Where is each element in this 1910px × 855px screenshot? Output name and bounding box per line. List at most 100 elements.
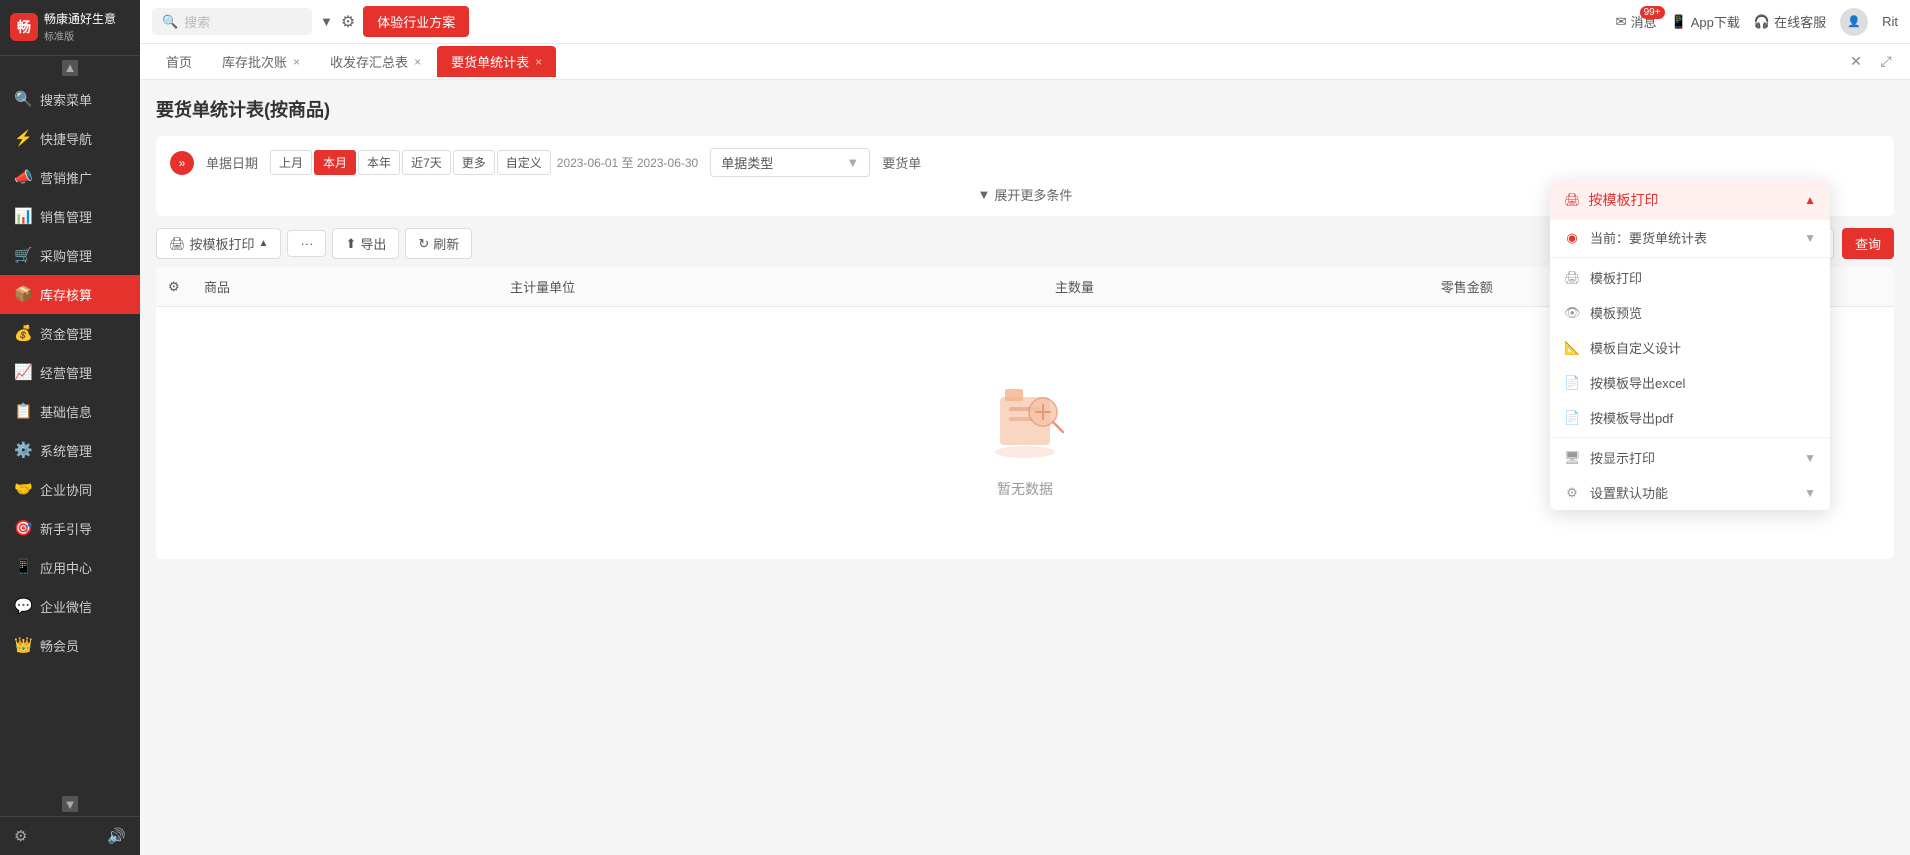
system-icon: ⚙️ bbox=[14, 441, 32, 459]
more-btn[interactable]: ··· bbox=[287, 230, 326, 257]
tab-close-all-btn[interactable]: ✕ bbox=[1844, 50, 1868, 74]
sidebar: 畅 畅康通好生意 标准版 ▲ 🔍 搜索菜单 ⚡ 快捷导航 📣 营销推广 📊 销售… bbox=[0, 0, 140, 855]
template-preview-item[interactable]: 👁 模板预览 bbox=[1550, 295, 1830, 330]
sidebar-item-member[interactable]: 👑 畅会员 bbox=[0, 626, 140, 665]
date-btn-7days[interactable]: 近7天 bbox=[402, 150, 451, 175]
app-center-icon: 📱 bbox=[14, 558, 32, 576]
empty-icon bbox=[975, 367, 1075, 467]
date-btn-cur-year[interactable]: 本年 bbox=[358, 150, 400, 175]
topbar-settings-btn[interactable]: ⚙ bbox=[341, 12, 355, 32]
date-btn-cur-month[interactable]: 本月 bbox=[314, 150, 356, 175]
logo-sub: 标准版 bbox=[44, 28, 116, 43]
username-label[interactable]: Rit bbox=[1882, 14, 1898, 29]
messages-btn[interactable]: ✉ 消息 99+ bbox=[1616, 12, 1657, 31]
print-btn[interactable]: 🖨 按模板打印 ▲ bbox=[156, 228, 281, 259]
sidebar-item-label: 营销推广 bbox=[40, 168, 92, 187]
print-dropdown-header[interactable]: 🖨 按模板打印 ▲ bbox=[1550, 180, 1830, 220]
col-settings[interactable]: ⚙ bbox=[156, 267, 192, 307]
doc-type-select[interactable]: 单据类型 ▼ bbox=[710, 148, 870, 177]
sidebar-item-label: 基础信息 bbox=[40, 402, 92, 421]
template-custom-item[interactable]: 📐 模板自定义设计 bbox=[1550, 330, 1830, 365]
trial-industry-btn[interactable]: 体验行业方案 bbox=[363, 6, 469, 37]
tab-order-stats-close[interactable]: × bbox=[535, 55, 542, 69]
template-preview-icon: 👁 bbox=[1564, 305, 1580, 321]
topbar-dropdown-btn[interactable]: ▼ bbox=[320, 14, 333, 29]
sidebar-item-system[interactable]: ⚙️ 系统管理 bbox=[0, 431, 140, 470]
sidebar-item-marketing[interactable]: 📣 营销推广 bbox=[0, 158, 140, 197]
template-print-item[interactable]: 🖨 模板打印 bbox=[1550, 260, 1830, 295]
marketing-icon: 📣 bbox=[14, 168, 32, 186]
export-excel-label: 按模板导出excel bbox=[1590, 373, 1685, 392]
date-btn-more[interactable]: 更多 bbox=[453, 150, 495, 175]
wechat-icon: 💬 bbox=[14, 597, 32, 615]
sidebar-item-quick-nav[interactable]: ⚡ 快捷导航 bbox=[0, 119, 140, 158]
sidebar-item-inventory[interactable]: 📦 库存核算 bbox=[0, 275, 140, 314]
tab-home[interactable]: 首页 bbox=[152, 46, 206, 77]
sidebar-item-newbie[interactable]: 🎯 新手引导 bbox=[0, 509, 140, 548]
print-dropdown-title: 按模板打印 bbox=[1589, 190, 1659, 210]
sidebar-item-app-center[interactable]: 📱 应用中心 bbox=[0, 548, 140, 587]
date-btn-custom[interactable]: 自定义 bbox=[497, 150, 551, 175]
expand-icon: ▼ bbox=[978, 187, 991, 202]
business-icon: 📈 bbox=[14, 363, 32, 381]
message-icon: ✉ bbox=[1616, 14, 1627, 30]
tabs-actions: ✕ ⤢ bbox=[1844, 50, 1898, 74]
headset-icon: 🎧 bbox=[1754, 14, 1770, 30]
export-excel-item[interactable]: 📄 按模板导出excel bbox=[1550, 365, 1830, 400]
sidebar-item-search-menu[interactable]: 🔍 搜索菜单 bbox=[0, 80, 140, 119]
settings-bottom-icon[interactable]: ⚙ bbox=[14, 827, 27, 845]
online-service-btn[interactable]: 🎧 在线客服 bbox=[1754, 12, 1826, 31]
sidebar-item-business[interactable]: 📈 经营管理 bbox=[0, 353, 140, 392]
order-status-label: 要货单 bbox=[882, 153, 921, 172]
sidebar-scroll-up[interactable]: ▲ bbox=[62, 60, 78, 76]
sidebar-item-wechat[interactable]: 💬 企业微信 bbox=[0, 587, 140, 626]
date-toggle-group: 上月 本月 本年 近7天 更多 自定义 2023-06-01 至 2023-06… bbox=[270, 150, 698, 175]
tab-order-stats[interactable]: 要货单统计表 × bbox=[437, 46, 556, 77]
tab-receipt-summary[interactable]: 收发存汇总表 × bbox=[316, 46, 435, 77]
col-product: 商品 bbox=[192, 267, 498, 307]
sidebar-scroll-down[interactable]: ▼ bbox=[62, 796, 78, 812]
export-pdf-item[interactable]: 📄 按模板导出pdf bbox=[1550, 400, 1830, 435]
filter-expand-icon[interactable]: » bbox=[170, 151, 194, 175]
sidebar-item-purchase[interactable]: 🛒 采购管理 bbox=[0, 236, 140, 275]
username-text: Rit bbox=[1882, 14, 1898, 29]
collab-icon: 🤝 bbox=[14, 480, 32, 498]
sidebar-item-sales[interactable]: 📊 销售管理 bbox=[0, 197, 140, 236]
user-avatar[interactable]: 👤 bbox=[1840, 8, 1868, 36]
topbar-search-box[interactable]: 🔍 搜索 bbox=[152, 8, 312, 35]
export-icon: ⬆ bbox=[345, 236, 356, 252]
sound-icon[interactable]: 🔊 bbox=[107, 827, 126, 845]
set-default-item[interactable]: ⚙ 设置默认功能 ▼ bbox=[1550, 475, 1830, 510]
app-download-btn[interactable]: 📱 App下载 bbox=[1671, 12, 1740, 31]
online-service-label: 在线客服 bbox=[1774, 12, 1826, 31]
expand-more-conditions-btn[interactable]: ▼ 展开更多条件 bbox=[978, 185, 1073, 204]
avatar-placeholder: 👤 bbox=[1847, 15, 1861, 28]
tab-maximize-btn[interactable]: ⤢ bbox=[1874, 50, 1898, 74]
current-template-label: 当前：要货单统计表 bbox=[1590, 228, 1707, 247]
sidebar-item-finance[interactable]: 💰 资金管理 bbox=[0, 314, 140, 353]
member-icon: 👑 bbox=[14, 636, 32, 654]
empty-text: 暂无数据 bbox=[997, 479, 1053, 499]
sidebar-item-label: 销售管理 bbox=[40, 207, 92, 226]
tab-inventory-batch-close[interactable]: × bbox=[293, 55, 300, 69]
query-btn[interactable]: 查询 bbox=[1842, 228, 1894, 259]
export-btn[interactable]: ⬆ 导出 bbox=[332, 228, 399, 259]
sidebar-item-basics[interactable]: 📋 基础信息 bbox=[0, 392, 140, 431]
filter-row-1: » 单据日期 上月 本月 本年 近7天 更多 自定义 2023-06-01 至 … bbox=[170, 148, 1880, 177]
tab-receipt-summary-close[interactable]: × bbox=[414, 55, 421, 69]
sidebar-item-label: 系统管理 bbox=[40, 441, 92, 460]
content-area: 要货单统计表(按商品) » 单据日期 上月 本月 本年 近7天 更多 自定义 2… bbox=[140, 80, 1910, 855]
logo-icon: 畅 bbox=[10, 13, 38, 41]
date-range-text: 2023-06-01 至 2023-06-30 bbox=[557, 154, 698, 171]
display-print-item[interactable]: 🖥 按显示打印 ▼ bbox=[1550, 440, 1830, 475]
sidebar-item-label: 企业微信 bbox=[40, 597, 92, 616]
print-dropdown-chevron: ▲ bbox=[1804, 193, 1816, 207]
date-btn-prev-month[interactable]: 上月 bbox=[270, 150, 312, 175]
sidebar-item-collab[interactable]: 🤝 企业协同 bbox=[0, 470, 140, 509]
current-template-item[interactable]: ◉ 当前：要货单统计表 ▼ bbox=[1550, 220, 1830, 255]
export-excel-icon: 📄 bbox=[1564, 375, 1580, 391]
refresh-btn[interactable]: ↻ 刷新 bbox=[405, 228, 472, 259]
quick-nav-icon: ⚡ bbox=[14, 129, 32, 147]
basics-icon: 📋 bbox=[14, 402, 32, 420]
tab-inventory-batch[interactable]: 库存批次账 × bbox=[208, 46, 314, 77]
